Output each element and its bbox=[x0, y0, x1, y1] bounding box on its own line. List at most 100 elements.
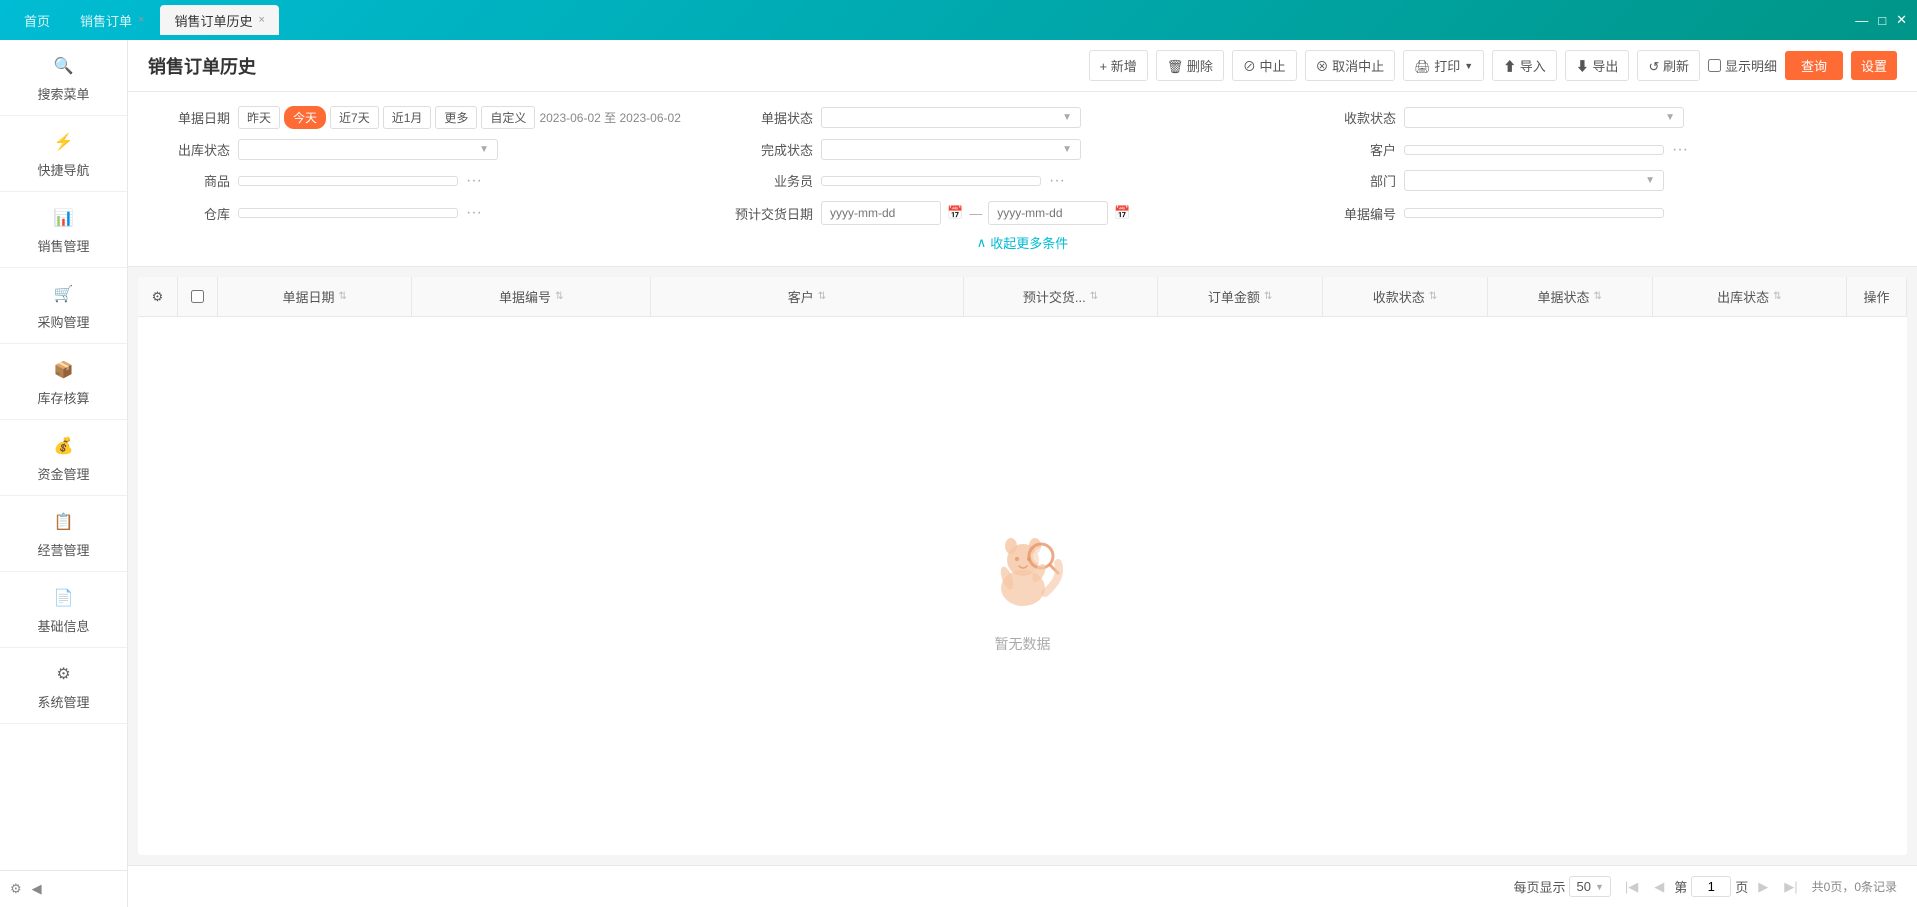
page-size-label: 每页显示 bbox=[1513, 877, 1565, 896]
sales-mgmt-icon: 📊 bbox=[50, 204, 78, 232]
import-button[interactable]: ⬆ 导入 bbox=[1492, 50, 1557, 81]
th-customer[interactable]: 客户 ⇅ bbox=[651, 277, 964, 316]
th-payment-status[interactable]: 收款状态 ⇅ bbox=[1323, 277, 1488, 316]
sidebar-search[interactable]: 🔍 搜索菜单 bbox=[0, 40, 127, 116]
page-title: 销售订单历史 bbox=[148, 53, 256, 79]
doc-number-input[interactable] bbox=[1404, 208, 1664, 218]
department-label: 部门 bbox=[1314, 171, 1404, 190]
sidebar-settings-icon[interactable]: ⚙ bbox=[10, 881, 22, 897]
th-payment-status-label: 收款状态 bbox=[1373, 287, 1425, 306]
th-delivery[interactable]: 预计交货... ⇅ bbox=[964, 277, 1158, 316]
th-checkbox[interactable] bbox=[178, 277, 218, 316]
product-more-icon[interactable]: ··· bbox=[462, 172, 486, 190]
sidebar-item-quick-nav-label: 快捷导航 bbox=[37, 160, 89, 179]
cancel-stop-button[interactable]: ⊗ 取消中止 bbox=[1305, 50, 1396, 81]
sidebar-item-inventory-check[interactable]: 📦 库存核算 bbox=[0, 344, 127, 420]
date-btn-more[interactable]: 更多 bbox=[435, 106, 477, 129]
print-chevron-icon: ▼ bbox=[1464, 61, 1473, 71]
sidebar-item-capital-mgmt[interactable]: 💰 资金管理 bbox=[0, 420, 127, 496]
warehouse-label: 仓库 bbox=[148, 204, 238, 223]
th-order-status[interactable]: 单据状态 ⇅ bbox=[1488, 277, 1653, 316]
min-button[interactable]: — bbox=[1855, 13, 1868, 28]
export-button[interactable]: ⬇ 导出 bbox=[1565, 50, 1630, 81]
tab-sales-order[interactable]: 销售订单 × bbox=[66, 5, 158, 35]
date-btn-7days[interactable]: 近7天 bbox=[330, 106, 379, 129]
stop-button[interactable]: ⊘ 中止 bbox=[1232, 50, 1297, 81]
sidebar-item-ops-mgmt[interactable]: 📋 经营管理 bbox=[0, 496, 127, 572]
date-filter-control: 昨天 今天 近7天 近1月 更多 自定义 2023-06-02 至 2023-0… bbox=[238, 106, 731, 129]
filter-area: 单据日期 昨天 今天 近7天 近1月 更多 自定义 2023-06-02 至 2… bbox=[128, 92, 1917, 267]
delivery-date-range: 📅 — 📅 bbox=[821, 201, 1130, 225]
delivery-start-date[interactable] bbox=[821, 201, 941, 225]
new-button[interactable]: + 新增 bbox=[1089, 50, 1148, 81]
sidebar-item-quick-nav[interactable]: ⚡ 快捷导航 bbox=[0, 116, 127, 192]
collapse-filter-button[interactable]: ∧ 收起更多条件 bbox=[148, 233, 1897, 252]
complete-status-label: 完成状态 bbox=[731, 140, 821, 159]
sidebar-item-purchase-mgmt[interactable]: 🛒 采购管理 bbox=[0, 268, 127, 344]
th-date[interactable]: 单据日期 ⇅ bbox=[218, 277, 412, 316]
sidebar-item-sys-mgmt[interactable]: ⚙ 系统管理 bbox=[0, 648, 127, 724]
show-detail-check[interactable] bbox=[1708, 59, 1721, 72]
last-page-button[interactable]: ▶| bbox=[1778, 877, 1803, 897]
first-page-button[interactable]: |◀ bbox=[1619, 877, 1644, 897]
salesperson-label: 业务员 bbox=[731, 171, 821, 190]
date-btn-yesterday[interactable]: 昨天 bbox=[238, 106, 280, 129]
sidebar-collapse-icon[interactable]: ◀ bbox=[32, 881, 42, 897]
th-number[interactable]: 单据编号 ⇅ bbox=[412, 277, 651, 316]
calendar-icon[interactable]: 📅 bbox=[1114, 205, 1130, 221]
sidebar-item-basic-info[interactable]: 📄 基础信息 bbox=[0, 572, 127, 648]
print-button[interactable]: 🖨 打印 ▼ bbox=[1403, 50, 1484, 81]
date-btn-today[interactable]: 今天 bbox=[284, 106, 326, 129]
calendar-icon[interactable]: 📅 bbox=[947, 205, 963, 221]
close-button[interactable]: ✕ bbox=[1896, 12, 1907, 28]
warehouse-more-icon[interactable]: ··· bbox=[462, 204, 486, 222]
date-btn-custom[interactable]: 自定义 bbox=[481, 106, 535, 129]
close-icon[interactable]: × bbox=[138, 14, 144, 26]
th-warehouse-status[interactable]: 出库状态 ⇅ bbox=[1653, 277, 1847, 316]
refresh-button[interactable]: ↺ 刷新 bbox=[1637, 50, 1700, 81]
tab-sales-order-history[interactable]: 销售订单历史 × bbox=[160, 5, 278, 35]
sidebar-item-basic-info-label: 基础信息 bbox=[37, 616, 89, 635]
filter-row-1: 单据日期 昨天 今天 近7天 近1月 更多 自定义 2023-06-02 至 2… bbox=[148, 106, 1897, 129]
th-date-label: 单据日期 bbox=[282, 287, 334, 306]
salesperson-more-icon[interactable]: ··· bbox=[1045, 172, 1069, 190]
delete-button[interactable]: 🗑 删除 bbox=[1156, 50, 1224, 81]
page-number-input[interactable] bbox=[1691, 876, 1731, 897]
next-page-button[interactable]: ▶ bbox=[1752, 877, 1774, 897]
th-settings[interactable]: ⚙ bbox=[138, 277, 178, 316]
product-control: ··· bbox=[238, 172, 731, 190]
th-amount[interactable]: 订单金额 ⇅ bbox=[1158, 277, 1323, 316]
order-status-select[interactable]: ▼ bbox=[821, 107, 1081, 128]
delete-button-label: 🗑 删除 bbox=[1167, 56, 1213, 75]
department-select[interactable]: ▼ bbox=[1404, 170, 1664, 191]
select-all-checkbox[interactable] bbox=[191, 290, 204, 303]
chevron-down-icon: ▼ bbox=[1645, 175, 1655, 186]
sort-icon: ⇅ bbox=[1429, 291, 1437, 302]
sort-icon: ⇅ bbox=[1264, 291, 1272, 302]
setting-button[interactable]: 设置 bbox=[1851, 51, 1897, 80]
page-size-box[interactable]: 50 ▼ bbox=[1569, 876, 1610, 897]
sidebar-bottom: ⚙ ◀ bbox=[0, 870, 127, 907]
salesperson-input[interactable] bbox=[821, 176, 1041, 186]
close-icon[interactable]: × bbox=[258, 14, 264, 26]
warehouse-input[interactable] bbox=[238, 208, 458, 218]
ops-mgmt-icon: 📋 bbox=[50, 508, 78, 536]
th-number-label: 单据编号 bbox=[499, 287, 551, 306]
outbound-status-select[interactable]: ▼ bbox=[238, 139, 498, 160]
prev-page-button[interactable]: ◀ bbox=[1648, 877, 1670, 897]
customer-more-icon[interactable]: ··· bbox=[1668, 141, 1692, 159]
new-button-label: + 新增 bbox=[1100, 56, 1137, 75]
max-button[interactable]: □ bbox=[1878, 13, 1886, 28]
query-button[interactable]: 查询 bbox=[1785, 51, 1843, 80]
sidebar-item-sales-mgmt[interactable]: 📊 销售管理 bbox=[0, 192, 127, 268]
show-detail-checkbox[interactable]: 显示明细 bbox=[1708, 56, 1777, 75]
product-input[interactable] bbox=[238, 176, 458, 186]
delivery-end-date[interactable] bbox=[988, 201, 1108, 225]
date-btn-1month[interactable]: 近1月 bbox=[383, 106, 432, 129]
settings-icon[interactable]: ⚙ bbox=[152, 289, 164, 305]
complete-status-select[interactable]: ▼ bbox=[821, 139, 1081, 160]
customer-input[interactable] bbox=[1404, 145, 1664, 155]
payment-status-select[interactable]: ▼ bbox=[1404, 107, 1684, 128]
th-customer-label: 客户 bbox=[788, 287, 814, 306]
tab-home[interactable]: 首页 bbox=[10, 5, 64, 35]
